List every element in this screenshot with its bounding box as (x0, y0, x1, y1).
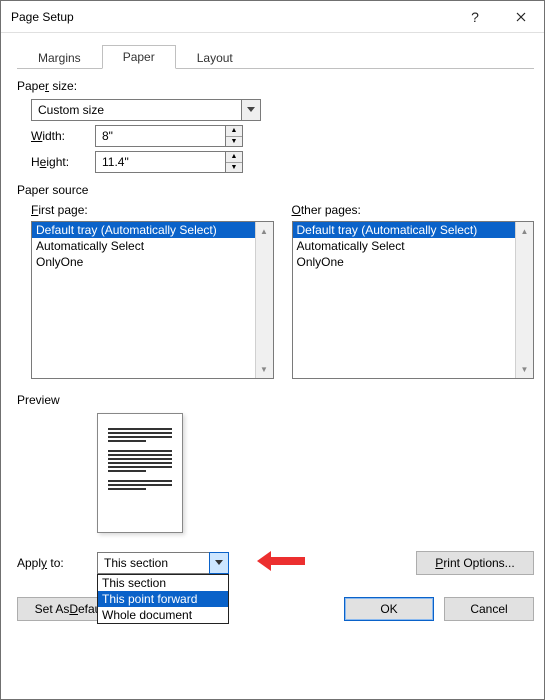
annotation-arrow (257, 551, 305, 571)
tab-paper[interactable]: Paper (102, 45, 176, 69)
chevron-down-icon (247, 107, 255, 113)
close-button[interactable] (498, 1, 544, 33)
dropdown-option[interactable]: This section (98, 575, 228, 591)
ok-button[interactable]: OK (344, 597, 434, 621)
scrollbar[interactable]: ▲ ▼ (255, 222, 273, 378)
list-item[interactable]: OnlyOne (32, 254, 255, 270)
width-spin-up[interactable]: ▲ (226, 126, 242, 137)
first-page-label: First page: (31, 203, 274, 217)
apply-to-combo[interactable]: This section This point forward Whole do… (97, 552, 229, 574)
width-input[interactable] (95, 125, 225, 147)
chevron-down-icon (215, 560, 223, 566)
height-spin-up[interactable]: ▲ (226, 152, 242, 163)
scroll-down-icon[interactable]: ▼ (256, 360, 273, 378)
scroll-down-icon[interactable]: ▼ (516, 360, 533, 378)
list-item[interactable]: Automatically Select (32, 238, 255, 254)
width-label: Width: (31, 129, 85, 143)
list-item[interactable]: Default tray (Automatically Select) (32, 222, 255, 238)
titlebar: Page Setup ? (1, 1, 544, 33)
preview-label: Preview (17, 393, 534, 407)
dropdown-option[interactable]: Whole document (98, 607, 228, 623)
print-options-button[interactable]: Print Options... (416, 551, 534, 575)
height-spinner[interactable]: ▲ ▼ (95, 151, 243, 173)
apply-to-dropdown-list[interactable]: This section This point forward Whole do… (97, 574, 229, 624)
apply-to-label: Apply to: (17, 556, 89, 570)
apply-to-input[interactable] (97, 552, 209, 574)
other-pages-listbox[interactable]: Default tray (Automatically Select) Auto… (292, 221, 535, 379)
list-item[interactable]: Automatically Select (293, 238, 516, 254)
width-spin-down[interactable]: ▼ (226, 137, 242, 147)
height-spin-down[interactable]: ▼ (226, 163, 242, 173)
help-button[interactable]: ? (452, 1, 498, 33)
height-input[interactable] (95, 151, 225, 173)
first-page-listbox[interactable]: Default tray (Automatically Select) Auto… (31, 221, 274, 379)
list-item[interactable]: Default tray (Automatically Select) (293, 222, 516, 238)
height-label: Height: (31, 155, 85, 169)
tab-margins[interactable]: Margins (17, 46, 102, 69)
scroll-up-icon[interactable]: ▲ (256, 222, 273, 240)
window-title: Page Setup (11, 10, 452, 24)
tab-layout[interactable]: Layout (176, 46, 254, 69)
paper-size-combo[interactable] (31, 99, 261, 121)
cancel-button[interactable]: Cancel (444, 597, 534, 621)
page-setup-dialog: Page Setup ? Margins Paper Layout Paper … (0, 0, 545, 700)
tab-strip: Margins Paper Layout (17, 43, 534, 69)
dropdown-option[interactable]: This point forward (98, 591, 228, 607)
scrollbar[interactable]: ▲ ▼ (515, 222, 533, 378)
dialog-content: Margins Paper Layout Paper size: Width: … (1, 33, 544, 699)
paper-size-dropdown-button[interactable] (241, 99, 261, 121)
scroll-up-icon[interactable]: ▲ (516, 222, 533, 240)
page-preview (97, 413, 183, 533)
apply-to-dropdown-button[interactable] (209, 552, 229, 574)
paper-size-input[interactable] (31, 99, 241, 121)
other-pages-label: Other pages: (292, 203, 535, 217)
list-item[interactable]: OnlyOne (293, 254, 516, 270)
paper-size-label: Paper size: (17, 79, 534, 93)
width-spinner[interactable]: ▲ ▼ (95, 125, 243, 147)
paper-source-label: Paper source (17, 183, 534, 197)
